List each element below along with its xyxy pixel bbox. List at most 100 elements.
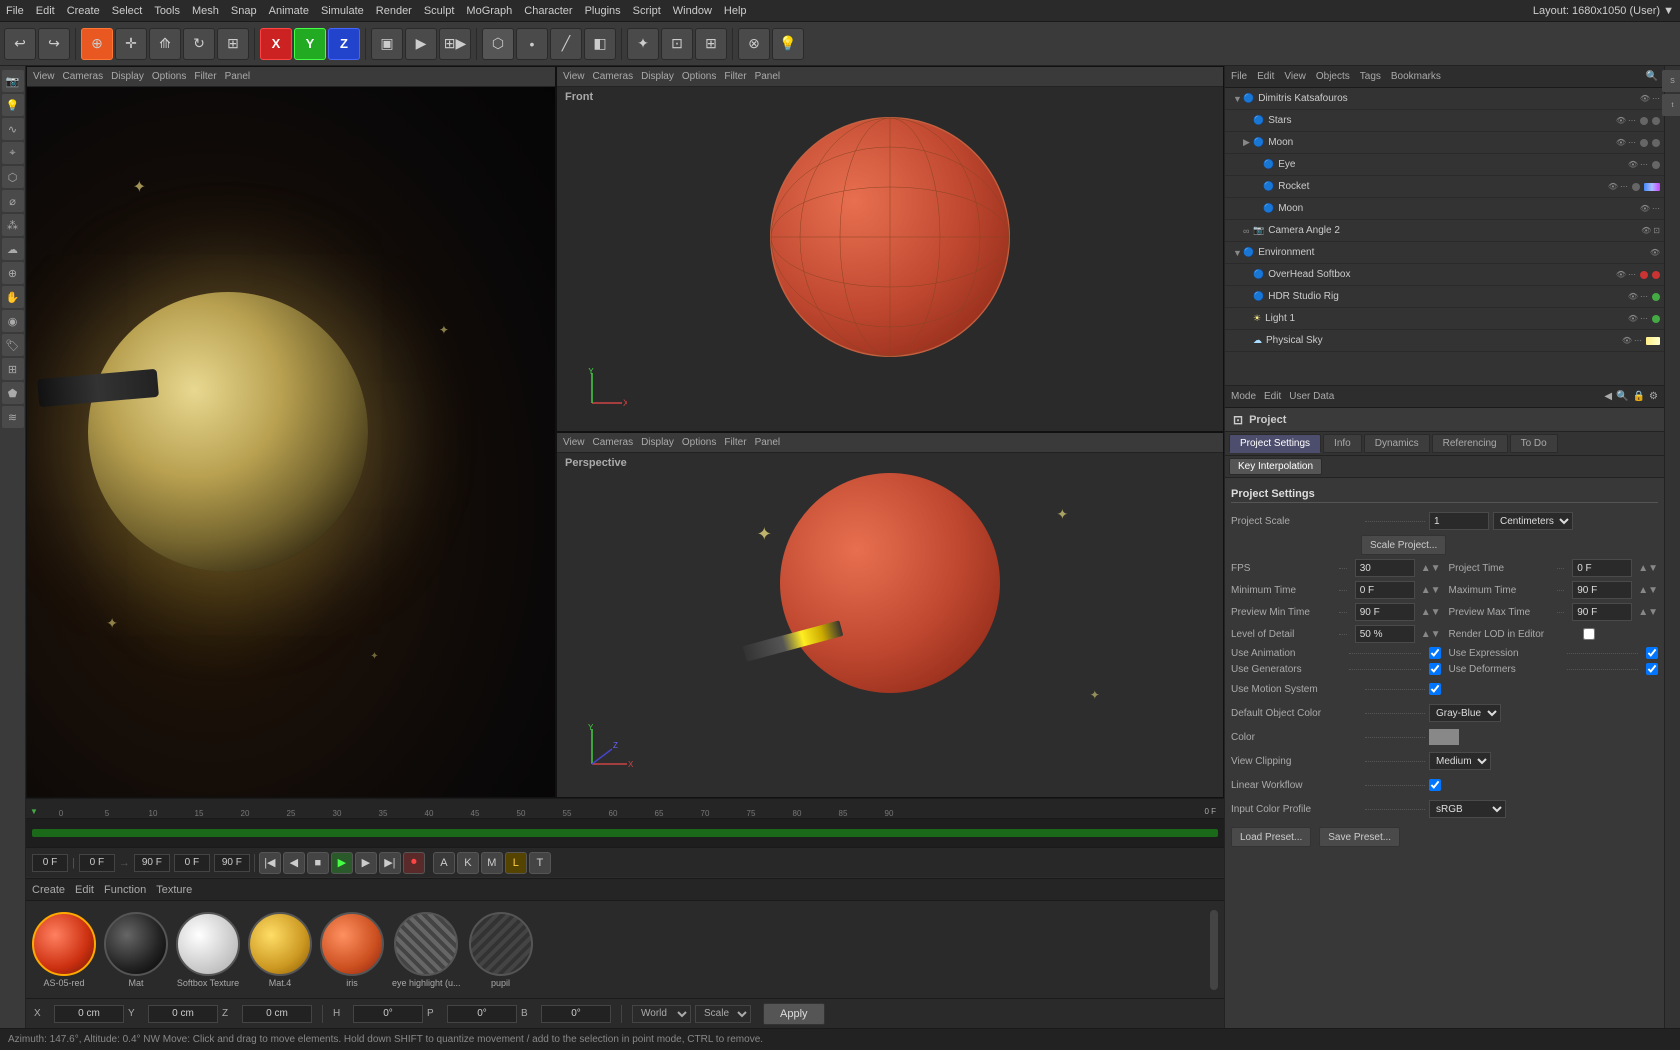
x-axis-btn[interactable]: X [260,28,292,60]
eye-2[interactable]: 👁 [1616,138,1626,147]
eye-4[interactable]: 👁 [1608,182,1618,191]
menu-snap[interactable]: Snap [231,5,257,17]
menu-plugins[interactable]: Plugins [585,5,621,17]
use-generators-checkbox[interactable] [1429,663,1441,675]
project-scale-unit-select[interactable]: Centimeters Meters Millimeters [1493,512,1573,530]
vp-main-filter[interactable]: Filter [194,71,216,82]
sidebar-hair[interactable]: ≋ [2,406,24,428]
vp-front-options[interactable]: Options [682,71,716,82]
render-lod-checkbox[interactable] [1583,628,1595,640]
eye-11[interactable]: 👁 [1622,336,1632,345]
material-stripe[interactable]: eye highlight (u... [392,912,461,988]
obj-row-0[interactable]: ▼ 🔵 Dimitris Katsafouros 👁 ⋯ [1225,88,1664,110]
sidebar-deformers[interactable]: ⌀ [2,190,24,212]
project-scale-input[interactable] [1429,512,1489,530]
load-preset-btn[interactable]: Load Preset... [1231,827,1311,847]
preview-max-input[interactable] [1572,603,1632,621]
vp-front-filter[interactable]: Filter [724,71,746,82]
goto-start-btn[interactable]: |◀ [259,852,281,874]
render-active-view-btn[interactable]: ▶ [405,28,437,60]
fps-input[interactable] [1355,559,1415,577]
menu-simulate[interactable]: Simulate [321,5,364,17]
obj-view[interactable]: View [1284,71,1306,82]
mat-create[interactable]: Create [32,884,65,896]
lod-arrows[interactable]: ▲▼ [1421,629,1441,640]
obj-row-11[interactable]: ☁ Physical Sky 👁 ⋯ [1225,330,1664,352]
z-axis-btn[interactable]: Z [328,28,360,60]
sidebar-environments[interactable]: ☁ [2,238,24,260]
obj-file[interactable]: File [1231,71,1247,82]
obj-objects[interactable]: Objects [1316,71,1350,82]
use-deformers-checkbox[interactable] [1646,663,1658,675]
vp-front-panel[interactable]: Panel [755,71,781,82]
auto-key-btn[interactable]: A [433,852,455,874]
color-swatch[interactable] [1429,729,1459,745]
mat-function[interactable]: Function [104,884,146,896]
edges-mode-btn[interactable]: ╱ [550,28,582,60]
poly-mode-btn[interactable]: ◧ [584,28,616,60]
viewport-perspective[interactable]: View Cameras Display Options Filter Pane… [556,432,1224,798]
sidebar-sculpt[interactable]: ✋ [2,286,24,308]
vp-persp-view[interactable]: View [563,437,585,448]
pt-arrows[interactable]: ▲▼ [1638,563,1658,574]
select-mode-btn[interactable]: ⊕ [81,28,113,60]
y-input[interactable] [148,1005,218,1023]
start-frame-input[interactable] [79,854,115,872]
attr-user-data[interactable]: User Data [1289,391,1334,402]
obj-row-8[interactable]: 🔵 OverHead Softbox 👁 ⋯ [1225,264,1664,286]
model-mode-btn[interactable]: ⬡ [482,28,514,60]
vp-main-view[interactable]: View [33,71,55,82]
obj-row-7[interactable]: ▼ 🔵 Environment 👁 [1225,242,1664,264]
transform-btn[interactable]: ⊞ [217,28,249,60]
sidebar-lights[interactable]: 💡 [2,94,24,116]
tab-project-settings[interactable]: Project Settings [1229,434,1321,453]
menu-tools[interactable]: Tools [154,5,180,17]
obj-row-4[interactable]: 🔵 Rocket 👁 ⋯ [1225,176,1664,198]
eye-0[interactable]: 👁 [1640,94,1650,103]
sidebar-particles[interactable]: ⁂ [2,214,24,236]
obj-row-1[interactable]: 🔵 Stars 👁 ⋯ [1225,110,1664,132]
sidebar-mograph[interactable]: ⊞ [2,358,24,380]
menu-render[interactable]: Render [376,5,412,17]
record-btn[interactable]: ⏺ [403,852,425,874]
vp-main-display[interactable]: Display [111,71,144,82]
play-btn[interactable]: ▶ [331,852,353,874]
apply-button[interactable]: Apply [763,1003,825,1025]
workplane-btn[interactable]: ⊡ [661,28,693,60]
sidebar-tags[interactable]: 🏷 [2,334,24,356]
viewport-front[interactable]: View Cameras Display Options Filter Pane… [556,66,1224,432]
obj-search-icon[interactable]: 🔍 [1646,71,1658,82]
material-black[interactable]: Mat [104,912,168,988]
move-btn[interactable]: ✛ [115,28,147,60]
sidebar-rig[interactable]: ⬟ [2,382,24,404]
obj-row-9[interactable]: 🔵 HDR Studio Rig 👁 ⋯ [1225,286,1664,308]
menu-sculpt[interactable]: Sculpt [424,5,455,17]
b-input[interactable] [541,1005,611,1023]
preview-start-input[interactable] [174,854,210,872]
vp-persp-options[interactable]: Options [682,437,716,448]
attr-lock-icon[interactable]: 🔒 [1633,391,1645,402]
snap-btn[interactable]: ✦ [627,28,659,60]
y-axis-btn[interactable]: Y [294,28,326,60]
vp-main-options[interactable]: Options [152,71,186,82]
timeline-editor-btn[interactable]: T [529,852,551,874]
viewport-main[interactable]: View Cameras Display Options Filter Pane… [26,66,556,798]
menu-mesh[interactable]: Mesh [192,5,219,17]
sidebar-generators[interactable]: ⊕ [2,262,24,284]
eye-10[interactable]: 👁 [1628,314,1638,323]
menu-create[interactable]: Create [67,5,100,17]
menu-edit[interactable]: Edit [36,5,55,17]
fps-arrows[interactable]: ▲▼ [1421,563,1441,574]
min-time-input[interactable] [1355,581,1415,599]
use-expression-checkbox[interactable] [1646,647,1658,659]
sidebar-material[interactable]: ◉ [2,310,24,332]
use-motion-checkbox[interactable] [1429,683,1441,695]
linear-workflow-checkbox[interactable] [1429,779,1441,791]
vp-front-cameras[interactable]: Cameras [593,71,634,82]
lod-input[interactable] [1355,625,1415,643]
scale-select[interactable]: Scale Size [695,1005,751,1023]
vp-main-panel[interactable]: Panel [225,71,251,82]
obj-row-10[interactable]: ☀ Light 1 👁 ⋯ [1225,308,1664,330]
obj-row-6[interactable]: ∞ 📷 Camera Angle 2 👁 ⊡ [1225,220,1664,242]
step-fwd-btn[interactable]: ▶ [355,852,377,874]
